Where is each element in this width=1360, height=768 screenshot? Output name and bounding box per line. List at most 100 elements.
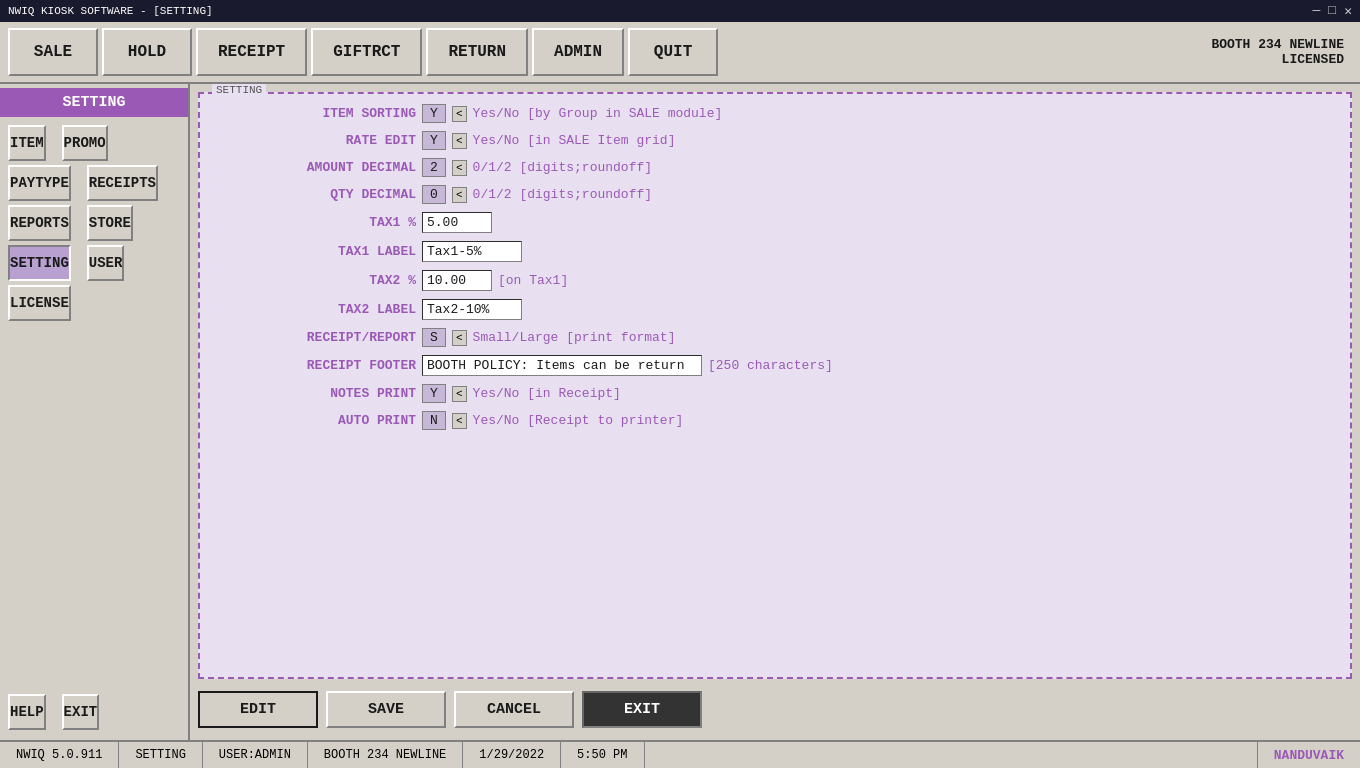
setting-desc-2: 0/1/2 [digits;roundoff] [473, 160, 652, 175]
status-time: 5:50 PM [561, 742, 644, 768]
setting-label-7: TAX2 LABEL [216, 302, 416, 317]
minimize-icon[interactable]: — [1313, 3, 1321, 19]
status-version: NWIQ 5.0.911 [0, 742, 119, 768]
setting-row-0: ITEM SORTINGY<Yes/No [by Group in SALE m… [216, 104, 1334, 123]
setting-row-11: AUTO PRINT N < Yes/No [Receipt to printer] [216, 411, 1334, 430]
setting-desc-11: Yes/No [Receipt to printer] [473, 413, 684, 428]
action-bar: EDITSAVECANCELEXIT [198, 679, 1352, 732]
setting-row-1: RATE EDIT Y < Yes/No [in SALE Item grid] [216, 131, 1334, 150]
setting-row-5: TAX1 LABEL [216, 241, 1334, 262]
content-area: SETTING ITEM SORTINGY<Yes/No [by Group i… [190, 84, 1360, 740]
sidebar-btn-user[interactable]: USER [87, 245, 125, 281]
topnav: SALEHOLDRECEIPTGIFTRCTRETURNADMINQUIT BO… [0, 22, 1360, 84]
setting-desc-6: [on Tax1] [498, 273, 568, 288]
setting-desc-9: [250 characters] [708, 358, 833, 373]
setting-label-11: AUTO PRINT [216, 413, 416, 428]
setting-arrow-8[interactable]: < [452, 330, 467, 346]
setting-value-1: Y [422, 131, 446, 150]
close-icon[interactable]: ✕ [1344, 3, 1352, 19]
setting-input-6[interactable] [422, 270, 492, 291]
setting-value-10: Y [422, 384, 446, 403]
setting-desc-3: 0/1/2 [digits;roundoff] [473, 187, 652, 202]
setting-arrow-11[interactable]: < [452, 413, 467, 429]
setting-label-0: ITEM SORTING [216, 106, 416, 121]
sidebar-btn-exit[interactable]: EXIT [62, 694, 100, 730]
sidebar-btn-promo[interactable]: PROMO [62, 125, 108, 161]
setting-row-8: RECEIPT/REPORT S < Small/Large [print forma… [216, 328, 1334, 347]
setting-desc-10: Yes/No [in Receipt] [473, 386, 621, 401]
setting-input-7[interactable] [422, 299, 522, 320]
setting-input-5[interactable] [422, 241, 522, 262]
license-status: LICENSED [1211, 52, 1344, 67]
settings-rows: ITEM SORTINGY<Yes/No [by Group in SALE m… [216, 104, 1334, 430]
topnav-btn-admin[interactable]: ADMIN [532, 28, 624, 76]
setting-desc-8: Small/Large [print format] [473, 330, 676, 345]
setting-label-6: TAX2 % [216, 273, 416, 288]
sidebar-bottom: HELP EXIT [0, 692, 188, 732]
sidebar-btn-setting[interactable]: SETTING [8, 245, 71, 281]
setting-input-4[interactable] [422, 212, 492, 233]
setting-row-6: TAX2 % [on Tax1] [216, 270, 1334, 291]
setting-row-10: NOTES PRINT Y < Yes/No [in Receipt] [216, 384, 1334, 403]
status-date: 1/29/2022 [463, 742, 561, 768]
setting-value-11: N [422, 411, 446, 430]
setting-label-10: NOTES PRINT [216, 386, 416, 401]
setting-row-4: TAX1 % [216, 212, 1334, 233]
main-area: SETTING ITEM PROMO PAYTYPE RECEIPTS REPORTS S… [0, 84, 1360, 740]
setting-row-3: QTY DECIMAL 0 <0/1/2 [digits;roundoff] [216, 185, 1334, 204]
setting-label-9: RECEIPT FOOTER [216, 358, 416, 373]
maximize-icon[interactable]: □ [1328, 3, 1336, 19]
sidebar-btn-license[interactable]: LICENSE [8, 285, 71, 321]
sidebar-btn-reports[interactable]: REPORTS [8, 205, 71, 241]
setting-value-2: 2 [422, 158, 446, 177]
topnav-btn-hold[interactable]: HOLD [102, 28, 192, 76]
status-user: USER:ADMIN [203, 742, 308, 768]
sidebar-btn-item[interactable]: ITEM [8, 125, 46, 161]
action-btn-exit[interactable]: EXIT [582, 691, 702, 728]
titlebar-title: NWIQ KIOSK SOFTWARE - [SETTING] [8, 5, 213, 17]
setting-arrow-3[interactable]: < [452, 187, 467, 203]
setting-arrow-0[interactable]: < [452, 106, 467, 122]
setting-value-0: Y [422, 104, 446, 123]
sidebar: SETTING ITEM PROMO PAYTYPE RECEIPTS REPORTS S… [0, 84, 190, 740]
setting-panel: SETTING ITEM SORTINGY<Yes/No [by Group i… [198, 92, 1352, 679]
setting-label-5: TAX1 LABEL [216, 244, 416, 259]
action-btn-edit[interactable]: EDIT [198, 691, 318, 728]
setting-label-2: AMOUNT DECIMAL [216, 160, 416, 175]
setting-arrow-2[interactable]: < [452, 160, 467, 176]
status-section: SETTING [119, 742, 202, 768]
setting-value-8: S [422, 328, 446, 347]
setting-arrow-10[interactable]: < [452, 386, 467, 402]
topnav-btn-sale[interactable]: SALE [8, 28, 98, 76]
setting-row-7: TAX2 LABEL [216, 299, 1334, 320]
action-btn-cancel[interactable]: CANCEL [454, 691, 574, 728]
sidebar-btn-store[interactable]: STORE [87, 205, 133, 241]
setting-row-9: RECEIPT FOOTER [250 characters] [216, 355, 1334, 376]
topnav-btn-receipt[interactable]: RECEIPT [196, 28, 307, 76]
setting-label-4: TAX1 % [216, 215, 416, 230]
setting-panel-label: SETTING [212, 84, 266, 96]
sidebar-btn-help[interactable]: HELP [8, 694, 46, 730]
booth-info: BOOTH 234 NEWLINE [1211, 37, 1344, 52]
setting-row-2: AMOUNT DECIMAL 2 <0/1/2 [digits;roundoff] [216, 158, 1334, 177]
sidebar-btn-receipts[interactable]: RECEIPTS [87, 165, 158, 201]
statusbar: NWIQ 5.0.911 SETTING USER:ADMIN BOOTH 23… [0, 740, 1360, 768]
topnav-btn-return[interactable]: RETURN [426, 28, 528, 76]
sidebar-items: ITEM PROMO PAYTYPE RECEIPTS REPORTS STORE SETT… [0, 123, 188, 323]
action-btn-save[interactable]: SAVE [326, 691, 446, 728]
setting-input-9[interactable] [422, 355, 702, 376]
titlebar-controls[interactable]: — □ ✕ [1313, 3, 1352, 19]
topnav-btn-giftrct[interactable]: GIFTRCT [311, 28, 422, 76]
setting-arrow-1[interactable]: < [452, 133, 467, 149]
topnav-buttons: SALEHOLDRECEIPTGIFTRCTRETURNADMINQUIT [8, 28, 718, 76]
setting-desc-1: Yes/No [in SALE Item grid] [473, 133, 676, 148]
status-booth: BOOTH 234 NEWLINE [308, 742, 463, 768]
topnav-info: BOOTH 234 NEWLINE LICENSED [1211, 28, 1352, 76]
sidebar-btn-paytype[interactable]: PAYTYPE [8, 165, 71, 201]
setting-label-8: RECEIPT/REPORT [216, 330, 416, 345]
setting-label-3: QTY DECIMAL [216, 187, 416, 202]
setting-value-3: 0 [422, 185, 446, 204]
setting-label-1: RATE EDIT [216, 133, 416, 148]
topnav-btn-quit[interactable]: QUIT [628, 28, 718, 76]
sidebar-header: SETTING [0, 88, 188, 117]
